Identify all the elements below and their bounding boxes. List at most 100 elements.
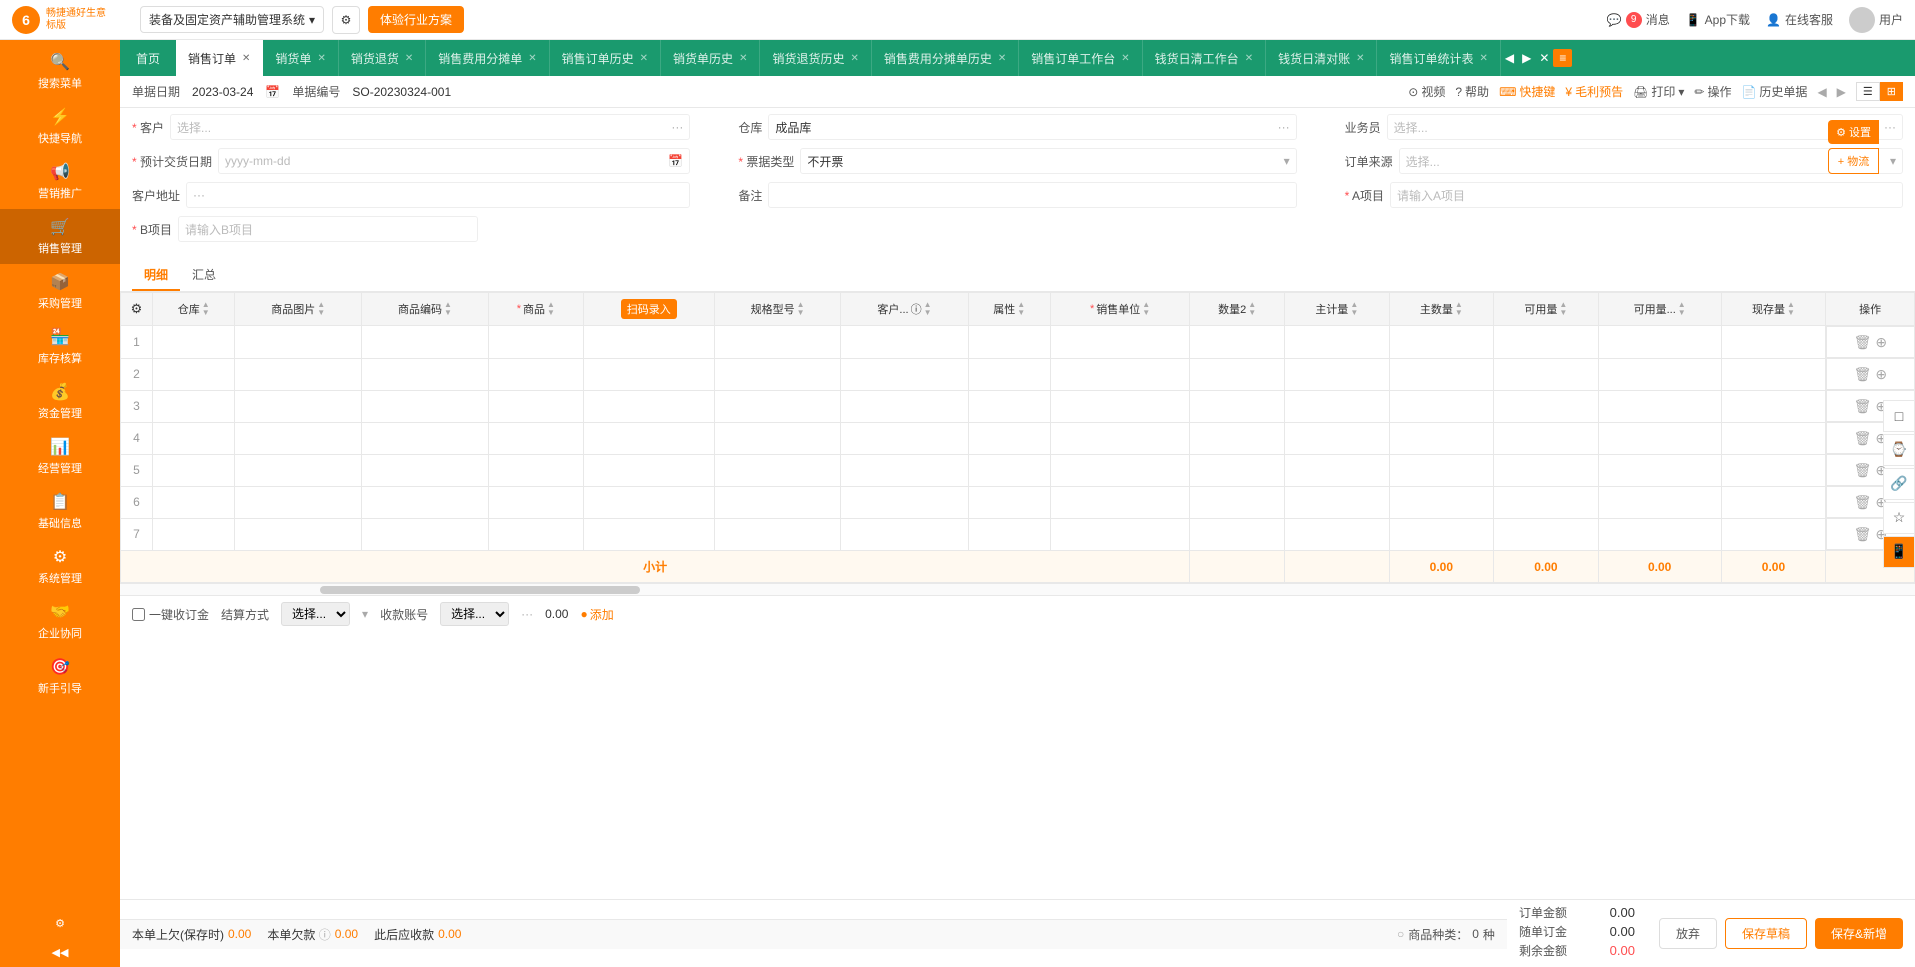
cell-sales-unit[interactable]: [1050, 486, 1189, 518]
cell-attribute[interactable]: [968, 390, 1050, 422]
cell-sales-unit[interactable]: [1050, 390, 1189, 422]
tab-close-icon[interactable]: ✕: [850, 53, 858, 64]
receipt-account-select[interactable]: 选择...: [440, 602, 509, 626]
cell-main-qty[interactable]: [1389, 422, 1494, 454]
tab-sales-stats[interactable]: 销售订单统计表 ✕: [1377, 40, 1500, 76]
tab-home[interactable]: 首页: [120, 40, 176, 76]
right-tool-5[interactable]: 📱: [1883, 536, 1915, 568]
cell-customer-code[interactable]: [841, 390, 968, 422]
cell-product-img[interactable]: [235, 518, 362, 551]
tab-close-icon[interactable]: ✕: [640, 53, 648, 64]
sort-icon[interactable]: ▲▼: [1350, 301, 1358, 317]
row-delete-icon[interactable]: 🗑: [1854, 430, 1872, 447]
invoice-type-select[interactable]: 不开票 ▾: [800, 148, 1296, 174]
cell-spec[interactable]: [714, 326, 841, 359]
cell-customer-code[interactable]: [841, 326, 968, 359]
cell-available2[interactable]: [1598, 358, 1721, 390]
cell-warehouse[interactable]: [153, 390, 235, 422]
cell-product[interactable]: [488, 358, 583, 390]
cell-available[interactable]: [1494, 422, 1599, 454]
profit-btn[interactable]: ¥ 毛利预告: [1565, 83, 1623, 100]
cell-customer-code[interactable]: [841, 486, 968, 518]
sort-icon[interactable]: ▲▼: [1017, 301, 1025, 317]
cell-attribute[interactable]: [968, 326, 1050, 359]
cell-spec[interactable]: [714, 390, 841, 422]
row-delete-icon[interactable]: 🗑: [1854, 494, 1872, 511]
cell-product-img[interactable]: [235, 486, 362, 518]
cell-attribute[interactable]: [968, 486, 1050, 518]
cell-product[interactable]: [488, 326, 583, 359]
cell-main-qty[interactable]: [1389, 326, 1494, 359]
cell-qty2[interactable]: [1190, 518, 1285, 551]
cell-sales-unit[interactable]: [1050, 422, 1189, 454]
sidebar-gear-btn[interactable]: ⚙: [0, 909, 120, 938]
cell-qty2[interactable]: [1190, 358, 1285, 390]
cell-available[interactable]: [1494, 486, 1599, 518]
shortcut-btn[interactable]: ⌨ 快捷键: [1499, 83, 1555, 100]
cell-product-code[interactable]: [362, 326, 489, 359]
cell-product-img[interactable]: [235, 358, 362, 390]
tab-nav-close[interactable]: ✕: [1535, 51, 1553, 65]
discard-button[interactable]: 放弃: [1659, 918, 1717, 949]
cell-available2[interactable]: [1598, 390, 1721, 422]
cell-warehouse[interactable]: [153, 422, 235, 454]
sidebar-item-search[interactable]: 🔍 搜索菜单: [0, 44, 120, 99]
cell-spec[interactable]: [714, 486, 841, 518]
sort-icon[interactable]: ▲▼: [1787, 301, 1795, 317]
cell-available2[interactable]: [1598, 454, 1721, 486]
cell-sales-unit[interactable]: [1050, 326, 1189, 359]
tab-expense-split[interactable]: 销售费用分摊单 ✕: [426, 40, 549, 76]
cell-main-unit[interactable]: [1285, 486, 1390, 518]
cell-qty2[interactable]: [1190, 486, 1285, 518]
save-new-button[interactable]: 保存&新增: [1815, 918, 1903, 949]
app-download-btn[interactable]: 📱 App下载: [1686, 11, 1750, 28]
view-btn[interactable]: ⊙ 视频: [1408, 83, 1445, 100]
nav-next-icon[interactable]: ▶: [1837, 85, 1846, 99]
cell-attribute[interactable]: [968, 358, 1050, 390]
settings-button[interactable]: ⚙ 设置: [1828, 120, 1879, 144]
cell-attribute[interactable]: [968, 518, 1050, 551]
warehouse-dots[interactable]: ···: [1278, 120, 1290, 134]
sidebar-item-purchase[interactable]: 📦 采购管理: [0, 264, 120, 319]
cell-product[interactable]: [488, 390, 583, 422]
row-delete-icon[interactable]: 🗑: [1854, 462, 1872, 479]
sort-icon[interactable]: ▲▼: [1678, 301, 1686, 317]
cell-scan[interactable]: [583, 454, 714, 486]
cell-available2[interactable]: [1598, 422, 1721, 454]
tab-sales-order[interactable]: 销售订单 ✕: [176, 40, 263, 76]
cell-stock[interactable]: [1721, 518, 1826, 551]
row-copy-icon[interactable]: ⊕: [1875, 334, 1887, 351]
sidebar-item-sales[interactable]: 🛒 销售管理: [0, 209, 120, 264]
cell-main-qty[interactable]: [1389, 486, 1494, 518]
sort-icon[interactable]: ▲▼: [444, 301, 452, 317]
sort-icon[interactable]: ▲▼: [202, 301, 210, 317]
cell-product[interactable]: [488, 422, 583, 454]
cell-scan[interactable]: [583, 358, 714, 390]
cell-spec[interactable]: [714, 422, 841, 454]
cell-customer-code[interactable]: [841, 422, 968, 454]
cell-available[interactable]: [1494, 326, 1599, 359]
cell-qty2[interactable]: [1190, 454, 1285, 486]
sort-icon[interactable]: ▲▼: [1142, 301, 1150, 317]
sidebar-item-system[interactable]: ⚙ 系统管理: [0, 539, 120, 594]
right-tool-3[interactable]: 🔗: [1883, 468, 1915, 500]
col-gear[interactable]: ⚙: [121, 293, 153, 326]
cell-product-code[interactable]: [362, 486, 489, 518]
operation-btn[interactable]: ✏ 操作: [1694, 83, 1731, 100]
detail-tab-mingxi[interactable]: 明细: [132, 260, 180, 291]
tab-close-icon[interactable]: ✕: [405, 53, 413, 64]
one-click-checkout-checkbox[interactable]: [132, 608, 145, 621]
tab-cash-workbench[interactable]: 钱货日清工作台 ✕: [1143, 40, 1266, 76]
cell-stock[interactable]: [1721, 454, 1826, 486]
detail-tab-summary[interactable]: 汇总: [180, 260, 228, 291]
customer-input[interactable]: 选择... ···: [170, 114, 690, 140]
tab-expense-history[interactable]: 销售费用分摊单历史 ✕: [872, 40, 1019, 76]
nav-prev-icon[interactable]: ◀: [1817, 85, 1826, 99]
print-btn[interactable]: 🖨 打印 ▾: [1633, 83, 1684, 100]
cell-spec[interactable]: [714, 358, 841, 390]
sidebar-collapse-btn[interactable]: ◀◀: [0, 938, 120, 967]
tab-close-icon[interactable]: ✕: [242, 53, 250, 64]
cell-warehouse[interactable]: [153, 454, 235, 486]
tab-close-icon[interactable]: ✕: [528, 53, 536, 64]
tab-refund-history[interactable]: 销货退货历史 ✕: [760, 40, 871, 76]
